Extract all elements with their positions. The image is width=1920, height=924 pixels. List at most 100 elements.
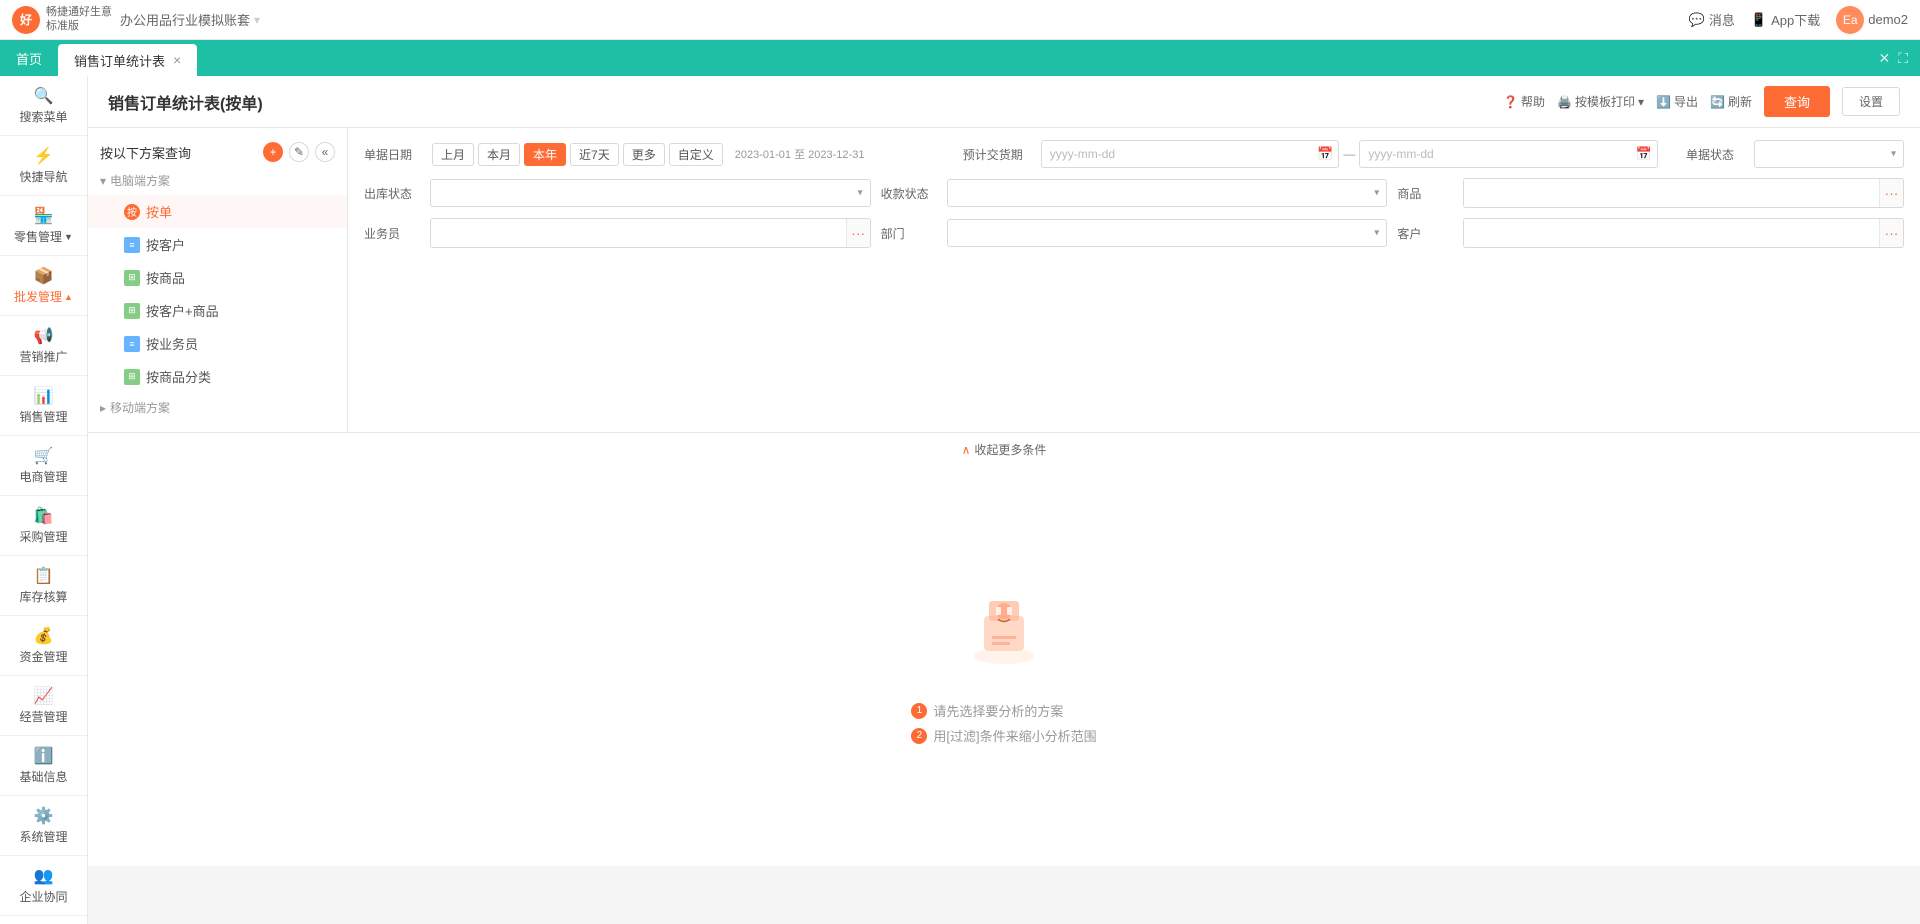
goods-input-wrap: ··· bbox=[1463, 178, 1904, 208]
tab-home[interactable]: 首页 bbox=[0, 40, 58, 76]
system-icon: ⚙️ bbox=[34, 806, 54, 826]
sidebar-item-purchase[interactable]: 🛍️ 采购管理 bbox=[0, 496, 87, 556]
sidebar-item-sales[interactable]: 📊 销售管理 bbox=[0, 376, 87, 436]
scheme-collapse-button[interactable]: « bbox=[315, 142, 335, 162]
bill-status-select-wrap: ▾ bbox=[1754, 140, 1904, 168]
date-separator: — bbox=[1343, 147, 1355, 161]
sidebar-item-system[interactable]: ⚙️ 系统管理 bbox=[0, 796, 87, 856]
chevron-up-icon: ▲ bbox=[64, 292, 73, 302]
sidebar-item-retail[interactable]: 🏪 零售管理 ▼ bbox=[0, 196, 87, 256]
date-btn-7days[interactable]: 近7天 bbox=[570, 143, 619, 166]
query-button[interactable]: 查询 bbox=[1764, 86, 1830, 117]
collection-status-select-wrap: ▾ bbox=[947, 179, 1388, 207]
sidebar-item-nav[interactable]: ⚡ 快捷导航 bbox=[0, 136, 87, 196]
page-title: 销售订单统计表(按单) bbox=[108, 90, 263, 124]
print-chevron-icon: ▾ bbox=[1638, 95, 1644, 109]
salesperson-input[interactable] bbox=[431, 219, 846, 247]
refresh-button[interactable]: 🔄 刷新 bbox=[1710, 93, 1752, 110]
scheme-item-by-category[interactable]: ⊞ 按商品分类 bbox=[88, 360, 347, 393]
tab-bar-right-actions: ✕ ⛶ bbox=[1878, 50, 1920, 67]
date-btn-more[interactable]: 更多 bbox=[623, 143, 665, 166]
collapse-arrow-icon: ∧ bbox=[962, 443, 971, 457]
goods-ellipsis-button[interactable]: ··· bbox=[1879, 179, 1903, 207]
scheme-edit-button[interactable]: ✎ bbox=[289, 142, 309, 162]
sidebar-item-basic-info[interactable]: ℹ️ 基础信息 bbox=[0, 736, 87, 796]
collection-status-select[interactable] bbox=[947, 179, 1388, 207]
window-minimize-button[interactable]: ✕ bbox=[1878, 50, 1890, 67]
scheme-add-button[interactable]: + bbox=[263, 142, 283, 162]
delivery-date-label: 预计交货期 bbox=[963, 146, 1033, 163]
settings-button[interactable]: 设置 bbox=[1842, 87, 1900, 116]
scheme-category-pc[interactable]: ▾ 电脑端方案 bbox=[88, 166, 347, 195]
export-button[interactable]: ⬇️ 导出 bbox=[1656, 93, 1698, 110]
scheme-item-by-product[interactable]: ⊞ 按商品 bbox=[88, 261, 347, 294]
sidebar-item-search[interactable]: 🔍 搜索菜单 bbox=[0, 76, 87, 136]
page-header: 销售订单统计表(按单) ❓ 帮助 🖨️ 按模板打印 ▾ ⬇️ 导出 🔄 刷新 bbox=[88, 76, 1920, 128]
date-label: 单据日期 bbox=[364, 146, 424, 163]
collection-status-label: 收款状态 bbox=[881, 185, 941, 202]
collapse-bar[interactable]: ∧ 收起更多条件 bbox=[88, 432, 1920, 466]
scheme-item-by-customer-product[interactable]: ⊞ 按客户+商品 bbox=[88, 294, 347, 327]
customer-input[interactable] bbox=[1464, 219, 1879, 247]
message-icon: 💬 bbox=[1689, 12, 1705, 28]
date-btn-this-month[interactable]: 本月 bbox=[478, 143, 520, 166]
delivery-end-input[interactable] bbox=[1359, 140, 1658, 168]
customer-ellipsis-button[interactable]: ··· bbox=[1879, 219, 1903, 247]
filter-section: 按以下方案查询 + ✎ « ▾ 电脑端方案 按 bbox=[88, 128, 1920, 432]
calendar-icon-1: 📅 bbox=[1317, 146, 1333, 162]
empty-tip-1: 1 请先选择要分析的方案 bbox=[911, 701, 1096, 720]
filter-row-2: 出库状态 ▾ 收款状态 bbox=[364, 178, 1904, 208]
breadcrumb-arrow-icon: ▾ bbox=[254, 13, 260, 27]
date-btn-last-month[interactable]: 上月 bbox=[432, 143, 474, 166]
ship-status-label: 出库状态 bbox=[364, 185, 424, 202]
ship-status-select[interactable] bbox=[430, 179, 871, 207]
scheme-grid-icon: ⊞ bbox=[124, 270, 140, 286]
scheme-item-by-customer[interactable]: ≡ 按客户 bbox=[88, 228, 347, 261]
sidebar-item-wholesale[interactable]: 📦 批发管理 ▲ bbox=[0, 256, 87, 316]
delivery-start-wrap: 📅 bbox=[1041, 140, 1340, 168]
goods-input[interactable] bbox=[1464, 179, 1879, 207]
ship-status-select-wrap: ▾ bbox=[430, 179, 871, 207]
avatar: Ea bbox=[1836, 6, 1864, 34]
filter-row-1: 单据日期 上月 本月 本年 近7天 更多 自定义 2023-01-01 至 20… bbox=[364, 140, 1904, 168]
sidebar-item-enterprise[interactable]: 👥 企业协同 bbox=[0, 856, 87, 916]
sales-icon: 📊 bbox=[34, 386, 54, 406]
wholesale-icon: 📦 bbox=[34, 266, 54, 286]
scheme-item-by-order[interactable]: 按 按单 bbox=[88, 195, 347, 228]
chevron-down-icon: ▼ bbox=[64, 232, 73, 242]
department-select[interactable] bbox=[947, 219, 1388, 247]
app-download-button[interactable]: 📱 App下载 bbox=[1751, 10, 1820, 29]
tip-num-2: 2 bbox=[911, 728, 927, 744]
sidebar-item-guide[interactable]: 🎯 新手引导 bbox=[0, 916, 87, 924]
sidebar-item-ecommerce[interactable]: 🛒 电商管理 bbox=[0, 436, 87, 496]
collection-status-item: 收款状态 ▾ bbox=[881, 178, 1388, 208]
bill-status-select[interactable] bbox=[1754, 140, 1904, 168]
messages-button[interactable]: 💬 消息 bbox=[1689, 10, 1735, 29]
sidebar-item-finance[interactable]: 💰 资金管理 bbox=[0, 616, 87, 676]
sidebar-item-management[interactable]: 📈 经营管理 bbox=[0, 676, 87, 736]
scheme-header: 按以下方案查询 + ✎ « bbox=[88, 138, 347, 166]
sidebar-item-marketing[interactable]: 📢 营销推广 bbox=[0, 316, 87, 376]
sidebar-item-inventory[interactable]: 📋 库存核算 bbox=[0, 556, 87, 616]
window-expand-button[interactable]: ⛶ bbox=[1898, 50, 1908, 67]
marketing-icon: 📢 bbox=[34, 326, 54, 346]
salesperson-ellipsis-button[interactable]: ··· bbox=[846, 219, 870, 247]
retail-icon: 🏪 bbox=[34, 206, 54, 226]
ship-status-item: 出库状态 ▾ bbox=[364, 178, 871, 208]
help-button[interactable]: ❓ 帮助 bbox=[1503, 93, 1545, 110]
empty-tip-2: 2 用[过滤]条件来缩小分析范围 bbox=[911, 726, 1096, 745]
department-item: 部门 ▾ bbox=[881, 218, 1388, 248]
scheme-category-mobile[interactable]: ▸ 移动端方案 bbox=[88, 393, 347, 422]
scheme-item-by-salesperson[interactable]: ≡ 按业务员 bbox=[88, 327, 347, 360]
user-menu[interactable]: Ea demo2 bbox=[1836, 6, 1908, 34]
date-btn-custom[interactable]: 自定义 bbox=[669, 143, 723, 166]
tab-close-button[interactable]: × bbox=[173, 53, 181, 67]
scheme-panel: 按以下方案查询 + ✎ « ▾ 电脑端方案 按 bbox=[88, 128, 348, 432]
template-print-button[interactable]: 🖨️ 按模板打印 ▾ bbox=[1557, 93, 1644, 110]
filter-row-3: 业务员 ··· 部门 ▾ bbox=[364, 218, 1904, 248]
search-icon: 🔍 bbox=[34, 86, 54, 106]
date-btn-this-year[interactable]: 本年 bbox=[524, 143, 566, 166]
delivery-start-input[interactable] bbox=[1041, 140, 1340, 168]
logo-text: 畅捷通好生意 标准版 bbox=[46, 6, 112, 32]
tab-active[interactable]: 销售订单统计表 × bbox=[58, 44, 197, 76]
